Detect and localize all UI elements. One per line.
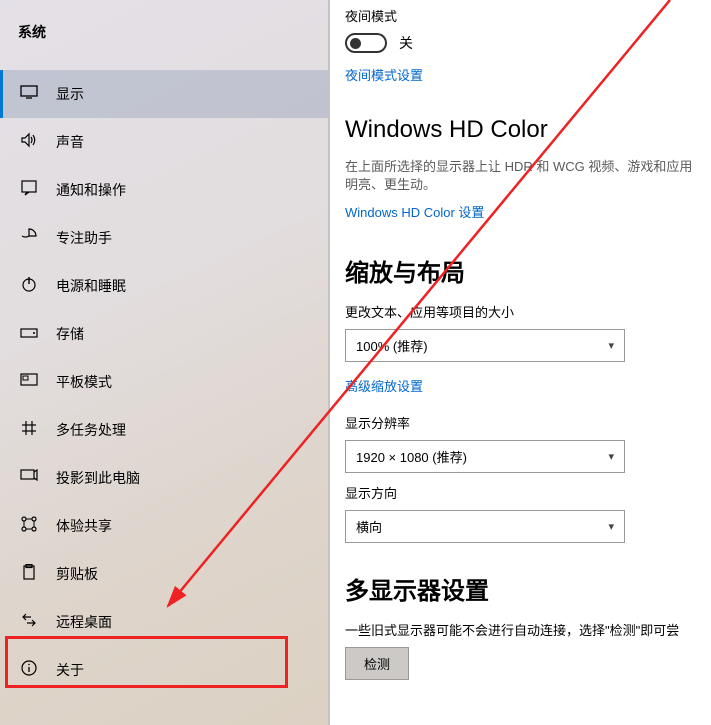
sidebar-item-project[interactable]: 投影到此电脑 (0, 454, 328, 502)
display-icon (18, 85, 40, 104)
chevron-down-icon: ▾ (608, 520, 614, 533)
label: 多任务处理 (56, 420, 126, 440)
power-icon (18, 276, 40, 297)
info-icon (18, 660, 40, 681)
label: 体验共享 (56, 516, 112, 536)
advanced-scale-link[interactable]: 高级缩放设置 (345, 376, 423, 395)
label: 平板模式 (56, 372, 112, 392)
clipboard-icon (18, 564, 40, 585)
hdcolor-heading: Windows HD Color (345, 116, 703, 144)
label: 关于 (56, 660, 84, 680)
tablet-icon (18, 373, 40, 392)
label: 投影到此电脑 (56, 468, 140, 488)
label: 专注助手 (56, 228, 112, 248)
night-mode-label: 夜间模式 (345, 6, 703, 25)
sidebar-item-tablet[interactable]: 平板模式 (0, 358, 328, 406)
label: 电源和睡眠 (56, 276, 126, 296)
sidebar-item-share[interactable]: 体验共享 (0, 502, 328, 550)
chevron-down-icon: ▾ (608, 450, 614, 463)
night-mode-toggle[interactable] (345, 33, 387, 53)
label: 显示 (56, 84, 84, 104)
text-size-value: 100% (推荐) (356, 336, 428, 355)
sidebar-item-about[interactable]: 关于 (0, 646, 328, 694)
focus-icon (18, 228, 40, 249)
hdcolor-desc: 在上面所选择的显示器上让 HDR 和 WCG 视频、游戏和应用明亮、更生动。 (345, 158, 703, 194)
orientation-dropdown[interactable]: 横向 ▾ (345, 510, 625, 543)
text-size-label: 更改文本、应用等项目的大小 (345, 302, 703, 321)
project-icon (18, 469, 40, 488)
chevron-down-icon: ▾ (608, 339, 614, 352)
sidebar-item-clipboard[interactable]: 剪贴板 (0, 550, 328, 598)
storage-icon (18, 325, 40, 343)
multitask-icon (18, 420, 40, 441)
label: 声音 (56, 132, 84, 152)
sidebar-item-focus[interactable]: 专注助手 (0, 214, 328, 262)
multi-heading: 多显示器设置 (345, 571, 703, 606)
label: 剪贴板 (56, 564, 98, 584)
sidebar: 系统 显示 声音 通知和操作 专注助手 (0, 0, 330, 725)
label: 远程桌面 (56, 612, 112, 632)
orientation-value: 横向 (356, 517, 382, 536)
label: 通知和操作 (56, 180, 126, 200)
sidebar-list: 显示 声音 通知和操作 专注助手 电源和睡眠 (0, 50, 328, 694)
sound-icon (18, 132, 40, 153)
scale-heading: 缩放与布局 (345, 253, 703, 288)
resolution-value: 1920 × 1080 (推荐) (356, 447, 467, 466)
night-mode-state: 关 (399, 33, 413, 53)
text-size-dropdown[interactable]: 100% (推荐) ▾ (345, 329, 625, 362)
orientation-label: 显示方向 (345, 483, 703, 502)
resolution-label: 显示分辨率 (345, 413, 703, 432)
resolution-dropdown[interactable]: 1920 × 1080 (推荐) ▾ (345, 440, 625, 473)
night-mode-settings-link[interactable]: 夜间模式设置 (345, 65, 423, 84)
sidebar-item-multitask[interactable]: 多任务处理 (0, 406, 328, 454)
notification-icon (18, 180, 40, 201)
sidebar-item-sound[interactable]: 声音 (0, 118, 328, 166)
multi-desc: 一些旧式显示器可能不会进行自动连接，选择"检测"即可尝 (345, 620, 703, 639)
label: 存储 (56, 324, 84, 344)
sidebar-title: 系统 (0, 0, 328, 50)
sidebar-item-display[interactable]: 显示 (0, 70, 328, 118)
hdcolor-link[interactable]: Windows HD Color 设置 (345, 202, 484, 221)
remote-icon (18, 612, 40, 633)
detect-button[interactable]: 检测 (345, 647, 409, 680)
sidebar-item-remote[interactable]: 远程桌面 (0, 598, 328, 646)
main-content: 夜间模式 关 夜间模式设置 Windows HD Color 在上面所选择的显示… (345, 0, 711, 725)
sidebar-item-notifications[interactable]: 通知和操作 (0, 166, 328, 214)
sidebar-item-power[interactable]: 电源和睡眠 (0, 262, 328, 310)
share-icon (18, 516, 40, 537)
sidebar-item-storage[interactable]: 存储 (0, 310, 328, 358)
